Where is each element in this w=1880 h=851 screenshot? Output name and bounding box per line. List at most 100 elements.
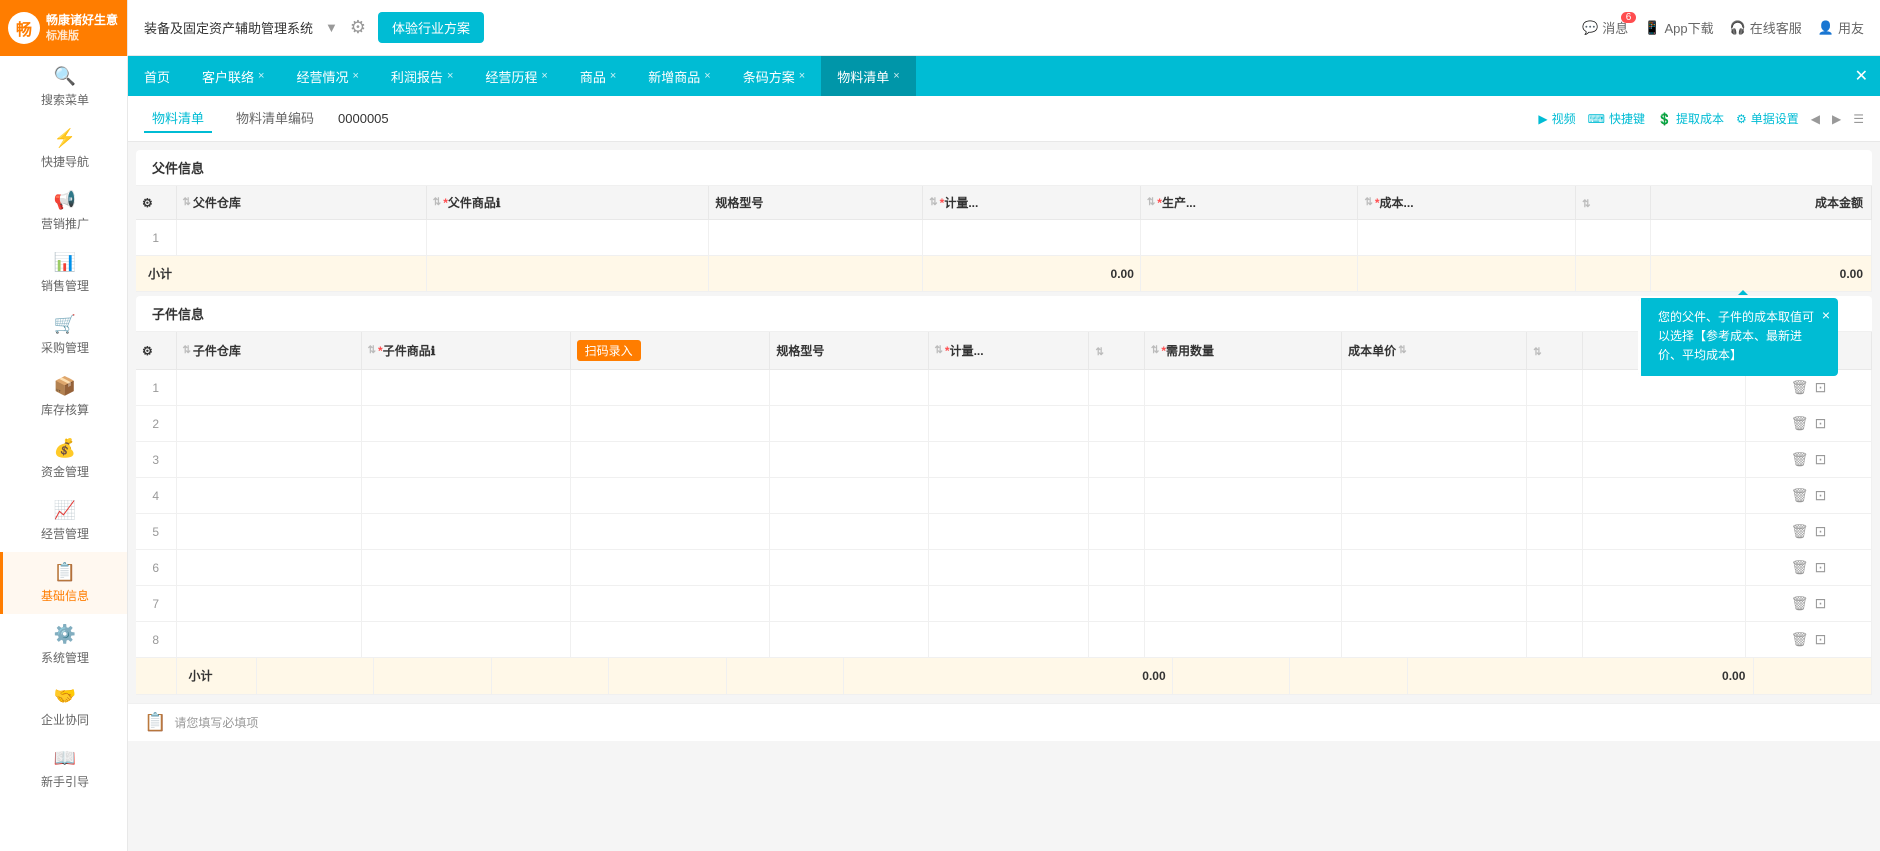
page-tab-list[interactable]: 物料清单 <box>144 104 212 133</box>
app-download-btn[interactable]: 📱 App下载 <box>1644 18 1713 37</box>
dropdown-icon[interactable]: ▼ <box>325 20 338 35</box>
child-cell-unit-3[interactable] <box>928 442 1089 478</box>
child-cell-qty-5[interactable] <box>1144 514 1341 550</box>
action-settings[interactable]: ⚙ 单据设置 <box>1736 110 1799 127</box>
copy-icon-7[interactable]: ⊡ <box>1815 595 1827 612</box>
grid-icon[interactable]: ☰ <box>1853 112 1864 126</box>
child-col-setting[interactable]: ⚙ <box>136 332 176 370</box>
child-cell-unit-8[interactable] <box>928 622 1089 658</box>
child-cell-unit-cost-8[interactable] <box>1342 622 1527 658</box>
nav-next[interactable]: ▶ <box>1832 112 1841 126</box>
delete-icon-4[interactable]: 🗑 <box>1791 487 1809 504</box>
tab-close-icon[interactable]: × <box>352 70 358 82</box>
child-cell-product-6[interactable] <box>361 550 570 586</box>
child-cell-warehouse-8[interactable] <box>176 622 361 658</box>
child-cell-unit-cost-6[interactable] <box>1342 550 1527 586</box>
child-cell-warehouse-3[interactable] <box>176 442 361 478</box>
sidebar-item-搜索菜单[interactable]: 🔍搜索菜单 <box>0 56 127 118</box>
child-cell-unit-cost-4[interactable] <box>1342 478 1527 514</box>
copy-icon-8[interactable]: ⊡ <box>1815 631 1827 648</box>
nav-tab-经营历程[interactable]: 经营历程 × <box>469 56 563 96</box>
child-cell-qty-7[interactable] <box>1144 586 1341 622</box>
parent-cell-unit[interactable] <box>923 220 1141 256</box>
child-cell-spec-5[interactable] <box>770 514 928 550</box>
nav-tab-首页[interactable]: 首页 <box>128 56 186 96</box>
sidebar-item-库存核算[interactable]: 📦库存核算 <box>0 366 127 428</box>
delete-icon-3[interactable]: 🗑 <box>1791 451 1809 468</box>
page-tab-code-label[interactable]: 物料清单编码 <box>228 104 322 133</box>
sidebar-item-企业协同[interactable]: 🤝企业协同 <box>0 676 127 738</box>
action-cost[interactable]: 💲 提取成本 <box>1657 110 1724 127</box>
sidebar-item-系统管理[interactable]: ⚙️系统管理 <box>0 614 127 676</box>
action-shortcut[interactable]: ⌨ 快捷键 <box>1588 110 1645 127</box>
gear-icon[interactable]: ⚙ <box>350 17 366 38</box>
copy-icon-6[interactable]: ⊡ <box>1815 559 1827 576</box>
parent-cell-cost[interactable] <box>1358 220 1576 256</box>
nav-tab-商品[interactable]: 商品 × <box>564 56 632 96</box>
delete-icon-8[interactable]: 🗑 <box>1791 631 1809 648</box>
copy-icon-4[interactable]: ⊡ <box>1815 487 1827 504</box>
user-menu[interactable]: 👤 用友 <box>1818 18 1864 37</box>
child-cell-unit-cost-3[interactable] <box>1342 442 1527 478</box>
child-cell-product-8[interactable] <box>361 622 570 658</box>
close-all-tabs[interactable]: ✕ <box>1843 66 1880 86</box>
copy-icon-5[interactable]: ⊡ <box>1815 523 1827 540</box>
copy-icon-3[interactable]: ⊡ <box>1815 451 1827 468</box>
copy-icon-2[interactable]: ⊡ <box>1815 415 1827 432</box>
child-cell-spec-7[interactable] <box>770 586 928 622</box>
child-cell-spec-4[interactable] <box>770 478 928 514</box>
delete-icon-7[interactable]: 🗑 <box>1791 595 1809 612</box>
child-cell-qty-6[interactable] <box>1144 550 1341 586</box>
nav-tab-利润报告[interactable]: 利润报告 × <box>375 56 469 96</box>
child-cell-unit-cost-1[interactable] <box>1342 370 1527 406</box>
child-cell-spec-3[interactable] <box>770 442 928 478</box>
delete-icon-5[interactable]: 🗑 <box>1791 523 1809 540</box>
child-cell-warehouse-2[interactable] <box>176 406 361 442</box>
tooltip-close[interactable]: × <box>1822 304 1830 326</box>
parent-cell-spec[interactable] <box>709 220 923 256</box>
parent-col-setting[interactable]: ⚙ <box>136 186 176 220</box>
child-cell-spec-1[interactable] <box>770 370 928 406</box>
child-cell-unit-cost-5[interactable] <box>1342 514 1527 550</box>
child-col-scan[interactable]: 扫码录入 <box>570 332 770 370</box>
child-cell-unit-6[interactable] <box>928 550 1089 586</box>
child-cell-qty-1[interactable] <box>1144 370 1341 406</box>
tab-close-icon[interactable]: × <box>258 70 264 82</box>
child-cell-spec-2[interactable] <box>770 406 928 442</box>
child-cell-product-7[interactable] <box>361 586 570 622</box>
delete-icon-6[interactable]: 🗑 <box>1791 559 1809 576</box>
child-cell-unit-5[interactable] <box>928 514 1089 550</box>
sidebar-item-经营管理[interactable]: 📈经营管理 <box>0 490 127 552</box>
tab-close-icon[interactable]: × <box>610 70 616 82</box>
sidebar-item-营销推广[interactable]: 📢营销推广 <box>0 180 127 242</box>
child-cell-qty-3[interactable] <box>1144 442 1341 478</box>
child-cell-product-4[interactable] <box>361 478 570 514</box>
tab-close-icon[interactable]: × <box>541 70 547 82</box>
delete-icon-1[interactable]: 🗑 <box>1791 379 1809 396</box>
child-cell-unit-4[interactable] <box>928 478 1089 514</box>
experience-btn[interactable]: 体验行业方案 <box>378 12 484 43</box>
sidebar-item-新手引导[interactable]: 📖新手引导 <box>0 738 127 800</box>
sidebar-item-销售管理[interactable]: 📊销售管理 <box>0 242 127 304</box>
child-cell-qty-4[interactable] <box>1144 478 1341 514</box>
delete-icon-2[interactable]: 🗑 <box>1791 415 1809 432</box>
child-cell-qty-8[interactable] <box>1144 622 1341 658</box>
tab-close-icon[interactable]: × <box>704 70 710 82</box>
nav-prev[interactable]: ◀ <box>1811 112 1820 126</box>
child-cell-unit-7[interactable] <box>928 586 1089 622</box>
child-cell-warehouse-7[interactable] <box>176 586 361 622</box>
tab-close-icon[interactable]: × <box>799 70 805 82</box>
parent-cell-warehouse[interactable] <box>176 220 426 256</box>
copy-icon-1[interactable]: ⊡ <box>1815 379 1827 396</box>
action-view[interactable]: ▶ 视频 <box>1538 110 1575 127</box>
nav-tab-条码方案[interactable]: 条码方案 × <box>727 56 821 96</box>
sidebar-item-基础信息[interactable]: 📋基础信息 <box>0 552 127 614</box>
tab-close-icon[interactable]: × <box>893 70 899 82</box>
tab-close-icon[interactable]: × <box>447 70 453 82</box>
child-cell-product-1[interactable] <box>361 370 570 406</box>
sidebar-item-采购管理[interactable]: 🛒采购管理 <box>0 304 127 366</box>
child-cell-warehouse-5[interactable] <box>176 514 361 550</box>
child-cell-spec-6[interactable] <box>770 550 928 586</box>
child-cell-warehouse-6[interactable] <box>176 550 361 586</box>
scan-btn[interactable]: 扫码录入 <box>577 340 641 361</box>
